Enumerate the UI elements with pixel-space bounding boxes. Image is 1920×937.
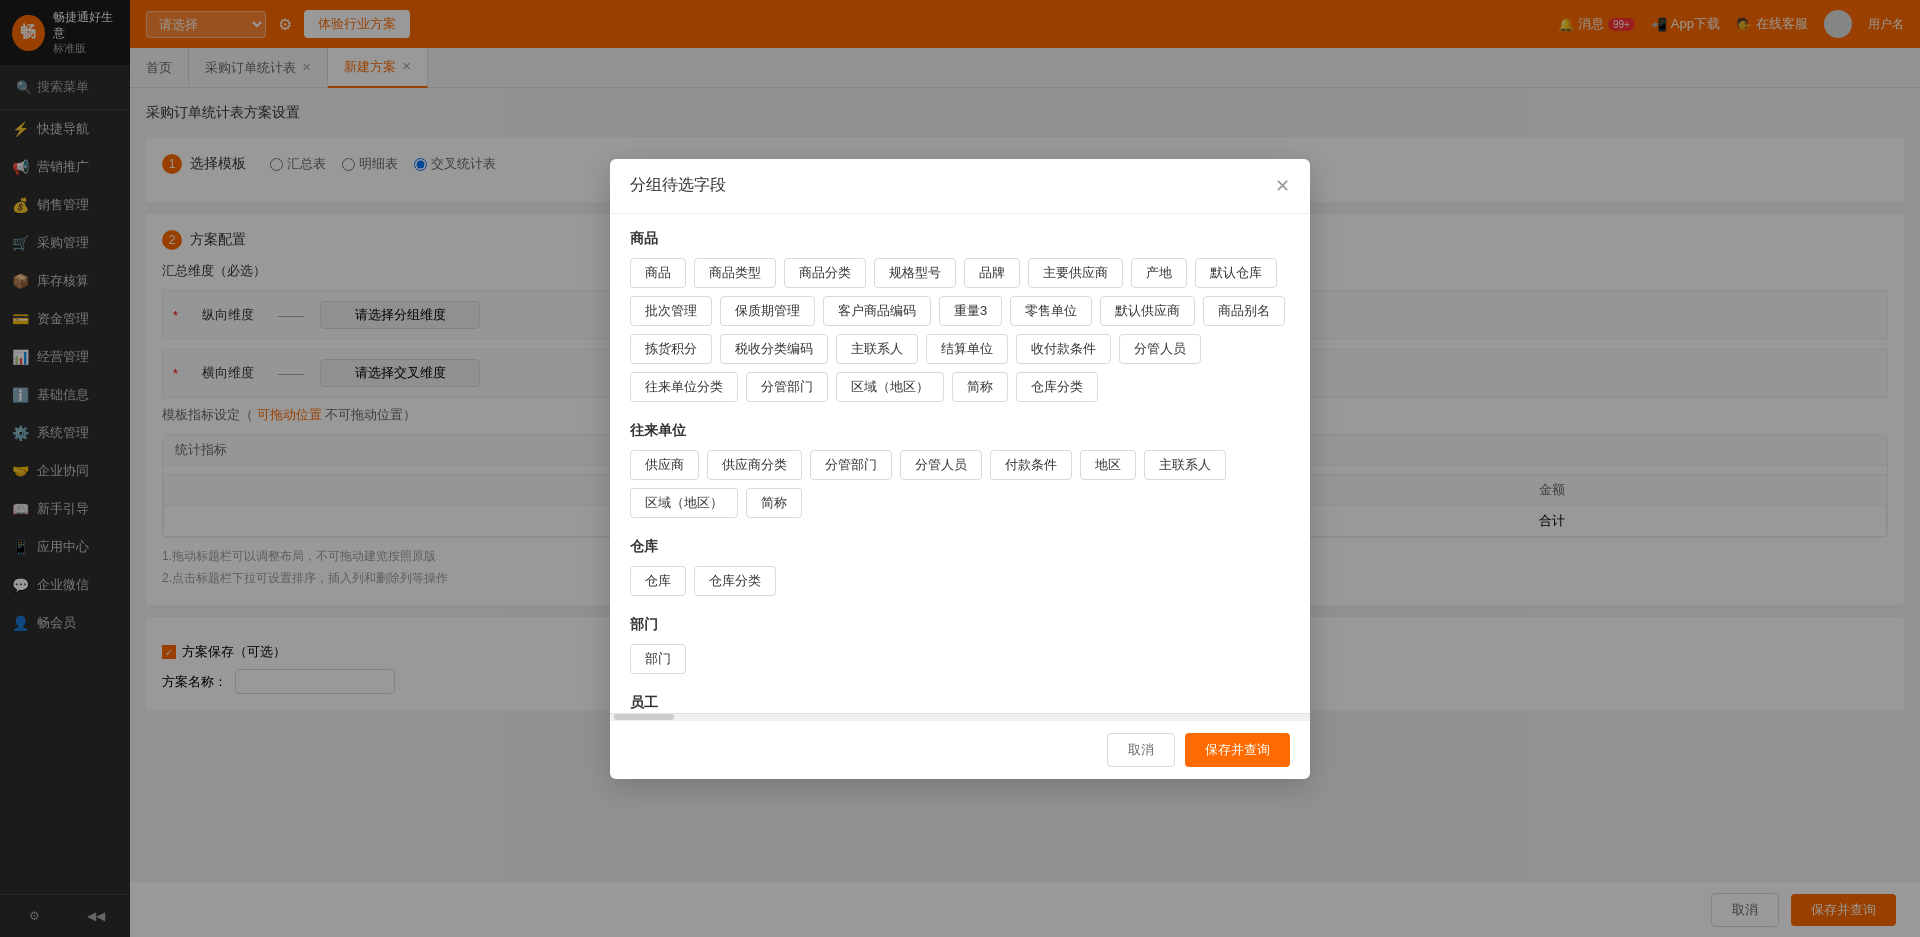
field-group-employee-title: 员工 (630, 694, 1290, 712)
field-tags-goods: 商品 商品类型 商品分类 规格型号 品牌 主要供应商 产地 默认仓库 批次管理 … (630, 258, 1290, 402)
field-tag-default-warehouse[interactable]: 默认仓库 (1195, 258, 1277, 288)
field-group-partner: 往来单位 供应商 供应商分类 分管部门 分管人员 付款条件 地区 主联系人 区域… (630, 422, 1290, 518)
field-tag-partner-dept[interactable]: 分管部门 (810, 450, 892, 480)
field-tag-warehouse-cat[interactable]: 仓库分类 (694, 566, 776, 596)
field-tag-partner-category[interactable]: 往来单位分类 (630, 372, 738, 402)
field-group-warehouse: 仓库 仓库 仓库分类 (630, 538, 1290, 596)
field-tag-payment-condition[interactable]: 付款条件 (990, 450, 1072, 480)
modal-overlay: 分组待选字段 ✕ 商品 商品 商品类型 商品分类 规格型号 品牌 主要供应商 产… (0, 0, 1920, 937)
field-tags-warehouse: 仓库 仓库分类 (630, 566, 1290, 596)
field-group-warehouse-title: 仓库 (630, 538, 1290, 556)
field-group-department-title: 部门 (630, 616, 1290, 634)
field-tags-department: 部门 (630, 644, 1290, 674)
field-tag-default-supplier[interactable]: 默认供应商 (1100, 296, 1195, 326)
field-tag-partner-contact[interactable]: 主联系人 (1144, 450, 1226, 480)
field-tag-weight[interactable]: 重量3 (939, 296, 1002, 326)
modal-confirm-button[interactable]: 保存并查询 (1185, 733, 1290, 767)
field-tag-warehouse[interactable]: 仓库 (630, 566, 686, 596)
modal-close-button[interactable]: ✕ (1275, 175, 1290, 197)
field-tag-expiry[interactable]: 保质期管理 (720, 296, 815, 326)
field-tag-main-contact[interactable]: 主联系人 (836, 334, 918, 364)
field-tag-settle-unit[interactable]: 结算单位 (926, 334, 1008, 364)
field-tag-main-supplier[interactable]: 主要供应商 (1028, 258, 1123, 288)
field-tag-origin[interactable]: 产地 (1131, 258, 1187, 288)
field-tag-payment-terms[interactable]: 收付款条件 (1016, 334, 1111, 364)
field-tag-spec[interactable]: 规格型号 (874, 258, 956, 288)
field-group-partner-title: 往来单位 (630, 422, 1290, 440)
field-tag-short-name[interactable]: 简称 (952, 372, 1008, 402)
field-tag-region[interactable]: 区域（地区） (836, 372, 944, 402)
modal-body[interactable]: 商品 商品 商品类型 商品分类 规格型号 品牌 主要供应商 产地 默认仓库 批次… (610, 214, 1310, 713)
field-tag-partner-supervisor[interactable]: 分管人员 (900, 450, 982, 480)
field-tag-goods-category[interactable]: 商品分类 (784, 258, 866, 288)
modal-cancel-button[interactable]: 取消 (1107, 733, 1175, 767)
field-tag-customer-code[interactable]: 客户商品编码 (823, 296, 931, 326)
field-tag-warehouse-category[interactable]: 仓库分类 (1016, 372, 1098, 402)
field-tag-department[interactable]: 部门 (630, 644, 686, 674)
modal-header: 分组待选字段 ✕ (610, 159, 1310, 214)
field-group-employee: 员工 业务员 (630, 694, 1290, 713)
field-tag-partner-short[interactable]: 简称 (746, 488, 802, 518)
field-group-goods: 商品 商品 商品类型 商品分类 规格型号 品牌 主要供应商 产地 默认仓库 批次… (630, 230, 1290, 402)
modal-scrollbar-x[interactable] (610, 713, 1310, 720)
field-tag-partner-region[interactable]: 区域（地区） (630, 488, 738, 518)
field-tag-goods[interactable]: 商品 (630, 258, 686, 288)
field-tag-batch[interactable]: 批次管理 (630, 296, 712, 326)
field-group-department: 部门 部门 (630, 616, 1290, 674)
field-tag-alias[interactable]: 商品别名 (1203, 296, 1285, 326)
field-selection-modal: 分组待选字段 ✕ 商品 商品 商品类型 商品分类 规格型号 品牌 主要供应商 产… (610, 159, 1310, 779)
field-tag-brand[interactable]: 品牌 (964, 258, 1020, 288)
field-tag-area[interactable]: 地区 (1080, 450, 1136, 480)
field-tag-supplier[interactable]: 供应商 (630, 450, 699, 480)
field-tag-supervisor[interactable]: 分管人员 (1119, 334, 1201, 364)
field-tag-pick-score[interactable]: 拣货积分 (630, 334, 712, 364)
field-tag-retail-unit[interactable]: 零售单位 (1010, 296, 1092, 326)
field-tag-tax-code[interactable]: 税收分类编码 (720, 334, 828, 364)
field-tags-partner: 供应商 供应商分类 分管部门 分管人员 付款条件 地区 主联系人 区域（地区） … (630, 450, 1290, 518)
modal-footer: 取消 保存并查询 (610, 720, 1310, 779)
field-tag-dept[interactable]: 分管部门 (746, 372, 828, 402)
field-tag-goods-type[interactable]: 商品类型 (694, 258, 776, 288)
field-tag-supplier-category[interactable]: 供应商分类 (707, 450, 802, 480)
field-group-goods-title: 商品 (630, 230, 1290, 248)
modal-title: 分组待选字段 (630, 175, 726, 196)
